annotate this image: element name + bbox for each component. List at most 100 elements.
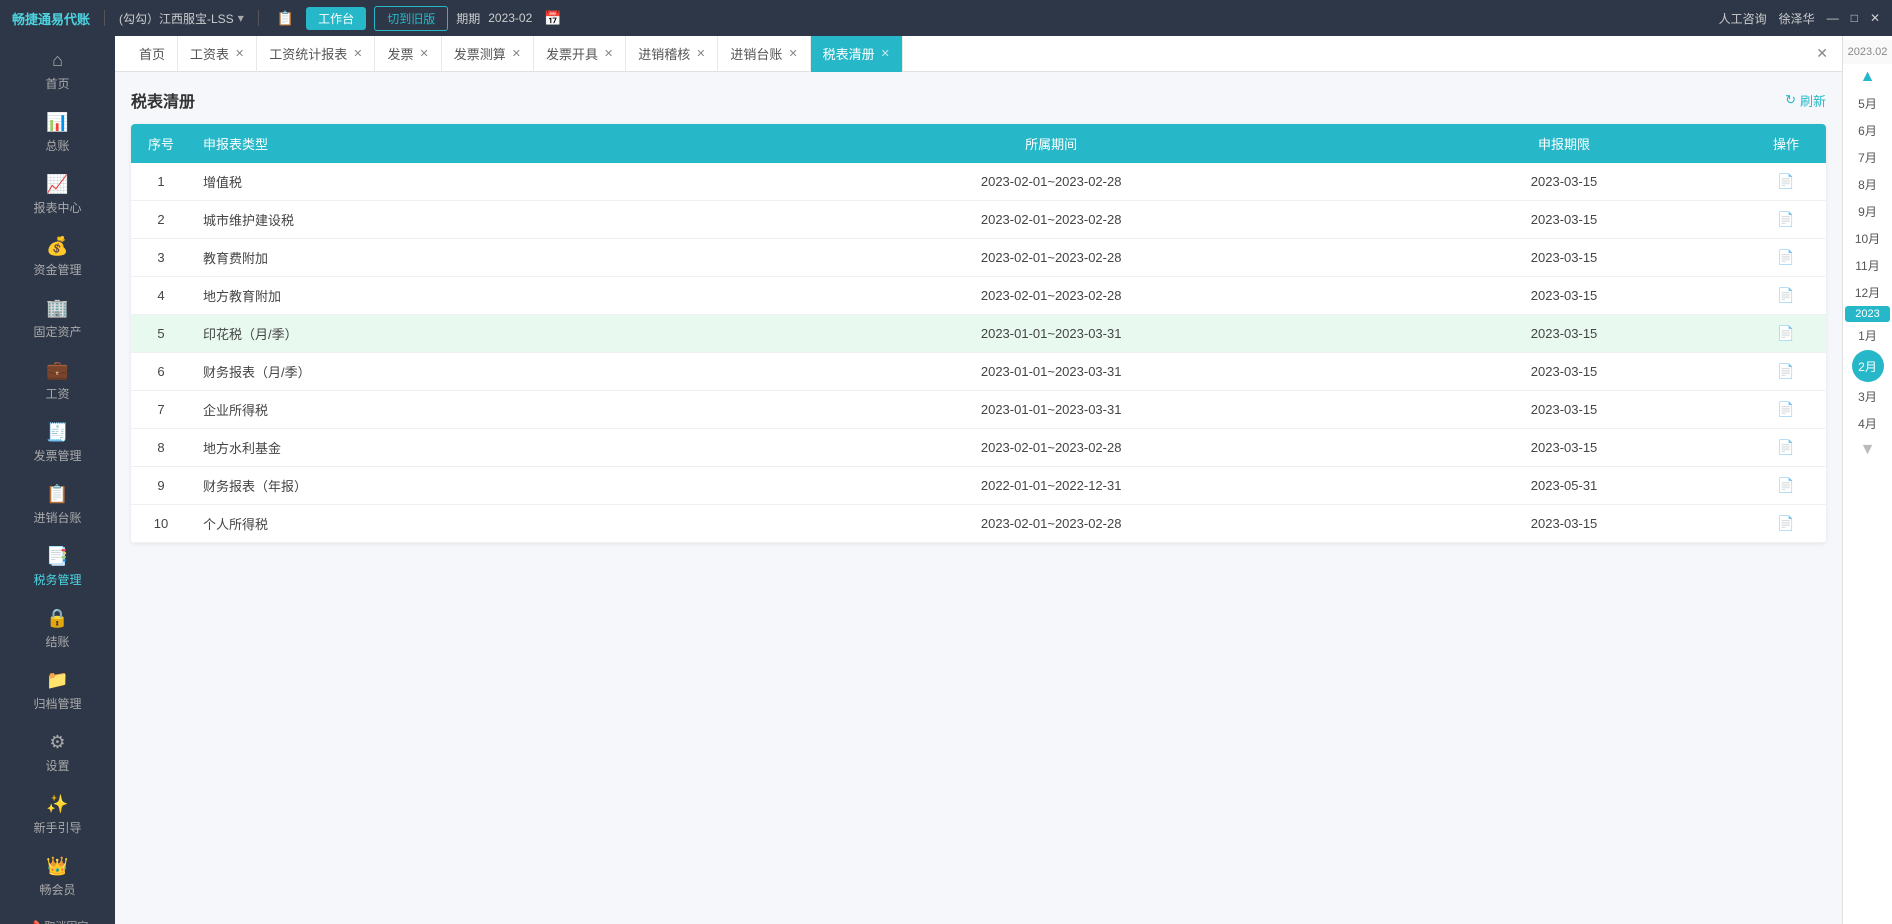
sidebar-label-general-ledger: 总账	[45, 137, 69, 154]
cell-period: 2023-01-01~2023-03-31	[720, 315, 1382, 353]
sidebar-bottom-pin[interactable]: 📌 取消固定	[0, 908, 115, 924]
sidebar-item-archive[interactable]: 📁 归档管理	[0, 660, 115, 722]
tab-invoice-close[interactable]: ✕	[420, 47, 429, 60]
cell-action[interactable]: 📄	[1746, 429, 1826, 467]
cell-action[interactable]: 📄	[1746, 239, 1826, 277]
pin-icon: 📌	[27, 920, 41, 924]
tab-payroll-report[interactable]: 工资统计报表 ✕	[257, 36, 375, 72]
cell-action[interactable]: 📄	[1746, 505, 1826, 543]
tab-purchase-ledger[interactable]: 进销台账 ✕	[718, 36, 810, 72]
month-4[interactable]: 4月	[1843, 410, 1892, 437]
tab-purchase-audit[interactable]: 进销稽核 ✕	[626, 36, 718, 72]
action-icon[interactable]: 📄	[1777, 401, 1794, 417]
tax-icon: 📑	[46, 546, 68, 567]
cell-action[interactable]: 📄	[1746, 391, 1826, 429]
action-icon[interactable]: 📄	[1777, 211, 1794, 227]
cell-type: 增值税	[191, 163, 720, 201]
tab-home[interactable]: 首页	[127, 36, 178, 72]
cell-action[interactable]: 📄	[1746, 467, 1826, 505]
tab-payroll-report-close[interactable]: ✕	[353, 47, 362, 60]
month-12[interactable]: 12月	[1843, 279, 1892, 306]
action-icon[interactable]: 📄	[1777, 439, 1794, 455]
sidebar-item-tax-mgmt[interactable]: 📑 税务管理	[0, 536, 115, 598]
refresh-button[interactable]: ↻ 刷新	[1785, 91, 1826, 110]
user-btn[interactable]: 徐泽华	[1779, 10, 1815, 27]
cell-action[interactable]: 📄	[1746, 277, 1826, 315]
table-row: 2 城市维护建设税 2023-02-01~2023-02-28 2023-03-…	[131, 201, 1826, 239]
tab-purchase-ledger-close[interactable]: ✕	[788, 47, 797, 60]
action-icon[interactable]: 📄	[1777, 173, 1794, 189]
year-2023-badge[interactable]: 2023	[1845, 306, 1889, 322]
switch-old-button[interactable]: 切到旧版	[374, 6, 448, 31]
sidebar-item-payroll[interactable]: 💼 工资	[0, 350, 115, 412]
tab-payroll[interactable]: 工资表 ✕	[178, 36, 257, 72]
tab-tax-filing-close[interactable]: ✕	[881, 47, 890, 60]
month-7[interactable]: 7月	[1843, 144, 1892, 171]
sidebar-item-fund-mgmt[interactable]: 💰 资金管理	[0, 226, 115, 288]
close-btn[interactable]: ✕	[1870, 11, 1880, 25]
month-1[interactable]: 1月	[1843, 322, 1892, 349]
action-icon[interactable]: 📄	[1777, 363, 1794, 379]
scroll-up-btn[interactable]: ▲	[1856, 64, 1880, 90]
minimize-btn[interactable]: —	[1827, 11, 1839, 25]
purchase-icon: 📋	[46, 484, 68, 505]
period-calendar-icon[interactable]: 📅	[540, 8, 565, 29]
month-11[interactable]: 11月	[1843, 252, 1892, 279]
month-6[interactable]: 6月	[1843, 117, 1892, 144]
month-3[interactable]: 3月	[1843, 383, 1892, 410]
tab-invoice-open-close[interactable]: ✕	[604, 47, 613, 60]
sidebar-item-new-guide[interactable]: ✨ 新手引导	[0, 784, 115, 846]
scroll-down-btn[interactable]: ▼	[1856, 437, 1880, 463]
action-icon[interactable]: 📄	[1777, 477, 1794, 493]
tab-bar-close-all[interactable]: ✕	[1810, 43, 1834, 64]
tab-bar: 首页 工资表 ✕ 工资统计报表 ✕ 发票 ✕ 发票测算 ✕ 发票开具 ✕	[115, 36, 1842, 72]
tab-tax-filing-label: 税表清册	[823, 44, 875, 63]
month-2-active[interactable]: 2月	[1852, 350, 1884, 382]
tab-purchase-audit-close[interactable]: ✕	[696, 47, 705, 60]
sidebar-item-general-ledger[interactable]: 📊 总账	[0, 102, 115, 164]
calendar-icon[interactable]: 📋	[273, 8, 298, 29]
month-10[interactable]: 10月	[1843, 225, 1892, 252]
ai-consult-btn[interactable]: 人工咨询	[1719, 10, 1767, 27]
sidebar-item-home[interactable]: ⌂ 首页	[0, 40, 115, 102]
month-8[interactable]: 8月	[1843, 171, 1892, 198]
guide-icon: ✨	[46, 794, 68, 815]
action-icon[interactable]: 📄	[1777, 287, 1794, 303]
sidebar-item-invoice-mgmt[interactable]: 🧾 发票管理	[0, 412, 115, 474]
tab-invoice-calc[interactable]: 发票测算 ✕	[442, 36, 534, 72]
cell-deadline: 2023-05-31	[1382, 467, 1746, 505]
cell-action[interactable]: 📄	[1746, 315, 1826, 353]
tab-invoice-calc-close[interactable]: ✕	[512, 47, 521, 60]
workbench-button[interactable]: 工作台	[306, 7, 366, 30]
sidebar-label-member: 畅会员	[39, 881, 75, 898]
sidebar-item-fixed-assets[interactable]: 🏢 固定资产	[0, 288, 115, 350]
closing-icon: 🔒	[46, 608, 68, 629]
cell-no: 10	[131, 505, 191, 543]
cell-type: 财务报表（年报）	[191, 467, 720, 505]
sidebar-item-member[interactable]: 👑 畅会员	[0, 846, 115, 908]
sidebar-item-purchase-sales[interactable]: 📋 进销台账	[0, 474, 115, 536]
tab-invoice[interactable]: 发票 ✕	[375, 36, 441, 72]
cell-action[interactable]: 📄	[1746, 201, 1826, 239]
sidebar-item-report-center[interactable]: 📈 报表中心	[0, 164, 115, 226]
cell-period: 2023-01-01~2023-03-31	[720, 353, 1382, 391]
tab-tax-filing[interactable]: 税表清册 ✕	[811, 36, 903, 72]
company-dropdown-icon[interactable]: ▾	[238, 11, 244, 25]
maximize-btn[interactable]: □	[1851, 11, 1858, 25]
action-icon[interactable]: 📄	[1777, 515, 1794, 531]
tab-invoice-open[interactable]: 发票开具 ✕	[534, 36, 626, 72]
cell-action[interactable]: 📄	[1746, 163, 1826, 201]
company-selector[interactable]: (勾勾）江西服宝-LSS ▾	[119, 10, 244, 27]
cell-action[interactable]: 📄	[1746, 353, 1826, 391]
tab-purchase-audit-label: 进销稽核	[638, 44, 690, 63]
action-icon[interactable]: 📄	[1777, 249, 1794, 265]
tab-payroll-close[interactable]: ✕	[235, 47, 244, 60]
month-9[interactable]: 9月	[1843, 198, 1892, 225]
main-layout: ⌂ 首页 📊 总账 📈 报表中心 💰 资金管理 🏢 固定资产 💼 工资 🧾 发票…	[0, 36, 1892, 924]
sidebar-item-settings[interactable]: ⚙ 设置	[0, 722, 115, 784]
action-icon[interactable]: 📄	[1777, 325, 1794, 341]
month-5[interactable]: 5月	[1843, 90, 1892, 117]
sidebar-item-closing[interactable]: 🔒 结账	[0, 598, 115, 660]
period-value: 2023-02	[488, 11, 532, 25]
refresh-icon: ↻	[1785, 92, 1796, 108]
